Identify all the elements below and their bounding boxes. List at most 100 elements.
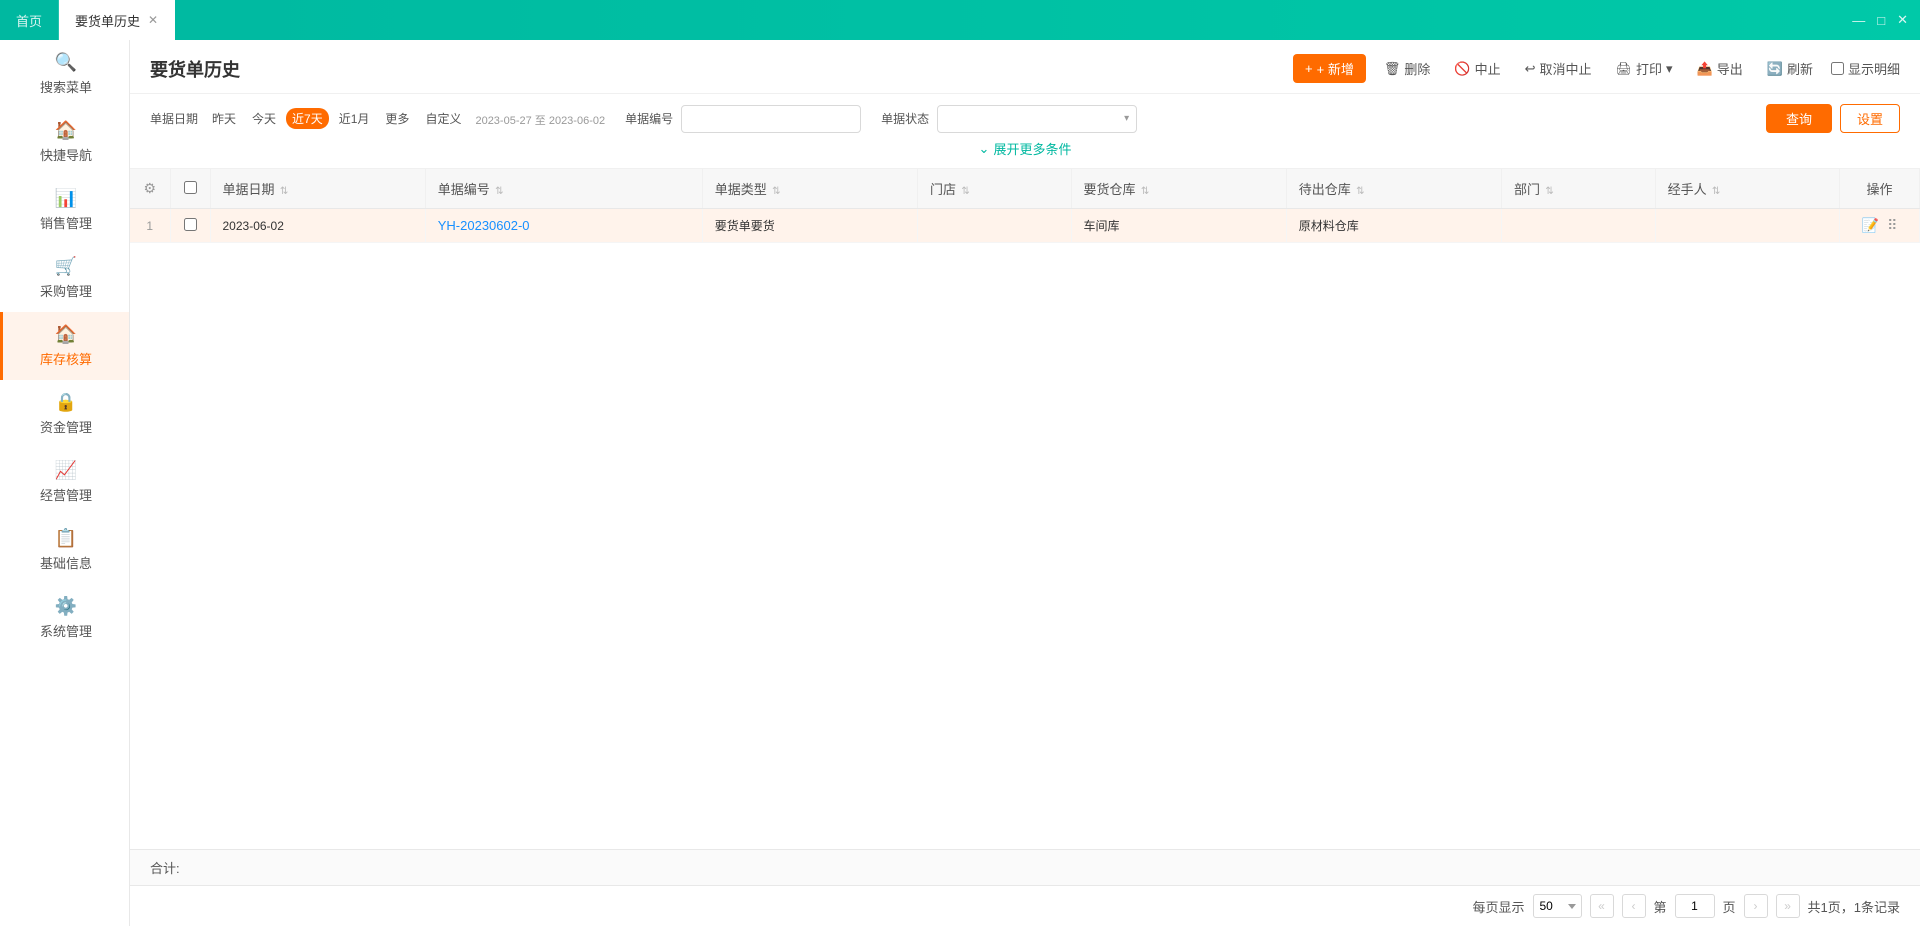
col-handler-sort[interactable]: ⇅ [1712,186,1720,197]
new-button[interactable]: + + 新增 [1293,54,1366,83]
col-department-header: 部门 ⇅ [1502,169,1656,209]
sidebar-item-operations[interactable]: 📈 经营管理 [0,448,129,516]
sidebar-item-sales[interactable]: 📊 销售管理 [0,176,129,244]
show-detail-checkbox[interactable] [1831,62,1844,75]
sidebar-item-operations-label: 经营管理 [40,485,92,504]
per-page-select[interactable]: 50 10 20 100 [1533,894,1582,918]
main-layout: 🔍 搜索菜单 🏠 快捷导航 📊 销售管理 🛒 采购管理 🏠 库存核算 🔒 资金管… [0,40,1920,926]
doc-number-label: 单据编号 [625,110,673,127]
sidebar-item-inventory[interactable]: 🏠 库存核算 [0,312,129,380]
tab-home[interactable]: 首页 [0,0,59,40]
row-type: 要货单要货 [702,209,917,243]
sidebar-item-search[interactable]: 🔍 搜索菜单 [0,40,129,108]
status-input[interactable] [937,105,1137,133]
col-store-header: 门店 ⇅ [917,169,1071,209]
table-settings-icon[interactable]: ⚙ [143,180,156,196]
search-icon: 🔍 [55,52,77,73]
row-pending-warehouse: 原材料仓库 [1286,209,1501,243]
col-req-warehouse-header: 要货仓库 ⇅ [1071,169,1286,209]
expand-more-btn[interactable]: ⌄ 展开更多条件 [150,139,1900,158]
col-action-header: 操作 [1840,169,1920,209]
cancel-stop-label: 取消中止 [1540,59,1592,78]
page-input[interactable] [1675,894,1715,918]
date-range-text: 2023-05-27 至 2023-06-02 [475,112,605,128]
sidebar-item-sales-label: 销售管理 [40,213,92,232]
col-action-label: 操作 [1866,182,1892,197]
cart-icon: 🛒 [55,256,77,277]
select-all-checkbox[interactable] [184,181,197,194]
topbar-right: — □ ✕ [1852,12,1920,28]
col-store-label: 门店 [930,182,956,197]
refresh-button[interactable]: 🔄 刷新 [1761,55,1819,82]
row-number-link[interactable]: YH-20230602-0 [438,218,530,233]
filter-area: 单据日期 昨天 今天 近7天 近1月 更多 自定义 2023-05-27 至 2… [130,94,1920,169]
sidebar-item-purchase[interactable]: 🛒 采购管理 [0,244,129,312]
col-checkbox-header [170,169,210,209]
export-button[interactable]: 📤 导出 [1691,55,1749,82]
doc-number-filter-group: 单据编号 [625,105,861,133]
date-btn-1month[interactable]: 近1月 [333,108,376,129]
col-pending-warehouse-label: 待出仓库 [1299,182,1351,197]
status-dropdown-icon[interactable]: ▾ [1124,113,1129,124]
stop-button[interactable]: 🚫 中止 [1448,55,1506,82]
col-handler-label: 经手人 [1668,182,1707,197]
prev-page-btn[interactable]: ‹ [1622,894,1646,918]
last-page-btn[interactable]: » [1776,894,1800,918]
print-button[interactable]: 🖨 打印 ▾ [1610,55,1679,82]
date-btn-yesterday[interactable]: 昨天 [206,108,242,129]
chart-icon: 📊 [55,188,77,209]
col-pending-warehouse-sort[interactable]: ⇅ [1356,186,1364,197]
col-settings: ⚙ [130,169,170,209]
status-label: 单据状态 [881,110,929,127]
doc-number-input[interactable] [681,105,861,133]
col-req-warehouse-sort[interactable]: ⇅ [1141,186,1149,197]
page-header: 要货单历史 + + 新增 🗑 删除 🚫 中止 ↩ 取消中止 [130,40,1920,94]
minimize-icon[interactable]: — [1852,13,1865,28]
sidebar-item-system[interactable]: ⚙️ 系统管理 [0,584,129,652]
row-actions: 📝 ⠿ [1840,209,1920,243]
settings-button[interactable]: 设置 [1840,104,1900,133]
expand-label: 展开更多条件 [993,139,1071,158]
maximize-icon[interactable]: □ [1877,13,1885,28]
tab-close-icon[interactable]: ✕ [148,13,158,27]
row-more-icon[interactable]: ⠿ [1887,217,1897,234]
row-department [1502,209,1656,243]
pagination: 每页显示 50 10 20 100 « ‹ 第 页 › » 共1页，1条记录 [130,885,1920,926]
page-prefix-label: 第 [1654,897,1667,916]
row-req-warehouse: 车间库 [1071,209,1286,243]
sidebar-item-finance-label: 资金管理 [40,417,92,436]
next-page-btn[interactable]: › [1744,894,1768,918]
col-date-label: 单据日期 [223,182,275,197]
content-area: 要货单历史 + + 新增 🗑 删除 🚫 中止 ↩ 取消中止 [130,40,1920,926]
col-store-sort[interactable]: ⇅ [961,186,969,197]
show-detail-checkbox-group[interactable]: 显示明细 [1831,59,1900,78]
window-close-icon[interactable]: ✕ [1897,12,1908,28]
row-checkbox[interactable] [184,218,197,231]
tab-list: 首页 要货单历史 ✕ [0,0,175,40]
row-edit-icon[interactable]: 📝 [1862,217,1879,234]
sidebar-item-basic[interactable]: 📋 基础信息 [0,516,129,584]
row-date: 2023-06-02 [210,209,425,243]
col-date-sort[interactable]: ⇅ [280,186,288,197]
data-table: ⚙ 单据日期 ⇅ 单据编号 ⇅ [130,169,1920,243]
col-department-sort[interactable]: ⇅ [1545,186,1553,197]
query-button[interactable]: 查询 [1766,104,1832,133]
basic-icon: 📋 [55,528,77,549]
tab-requisition-history[interactable]: 要货单历史 ✕ [59,0,175,40]
table-header-row: ⚙ 单据日期 ⇅ 单据编号 ⇅ [130,169,1920,209]
date-btn-more[interactable]: 更多 [379,108,415,129]
print-label: 打印 [1636,59,1662,78]
delete-button[interactable]: 🗑 删除 [1378,55,1437,82]
first-page-btn[interactable]: « [1590,894,1614,918]
date-btn-custom[interactable]: 自定义 [419,108,467,129]
sidebar-item-quicknav[interactable]: 🏠 快捷导航 [0,108,129,176]
cancel-stop-button[interactable]: ↩ 取消中止 [1519,55,1598,82]
col-type-sort[interactable]: ⇅ [772,186,780,197]
col-type-label: 单据类型 [715,182,767,197]
date-btn-today[interactable]: 今天 [246,108,282,129]
sidebar-item-finance[interactable]: 🔒 资金管理 [0,380,129,448]
col-date-header: 单据日期 ⇅ [210,169,425,209]
col-number-sort[interactable]: ⇅ [495,186,503,197]
action-icons-group: 📝 ⠿ [1852,217,1907,234]
date-btn-7days[interactable]: 近7天 [286,108,329,129]
